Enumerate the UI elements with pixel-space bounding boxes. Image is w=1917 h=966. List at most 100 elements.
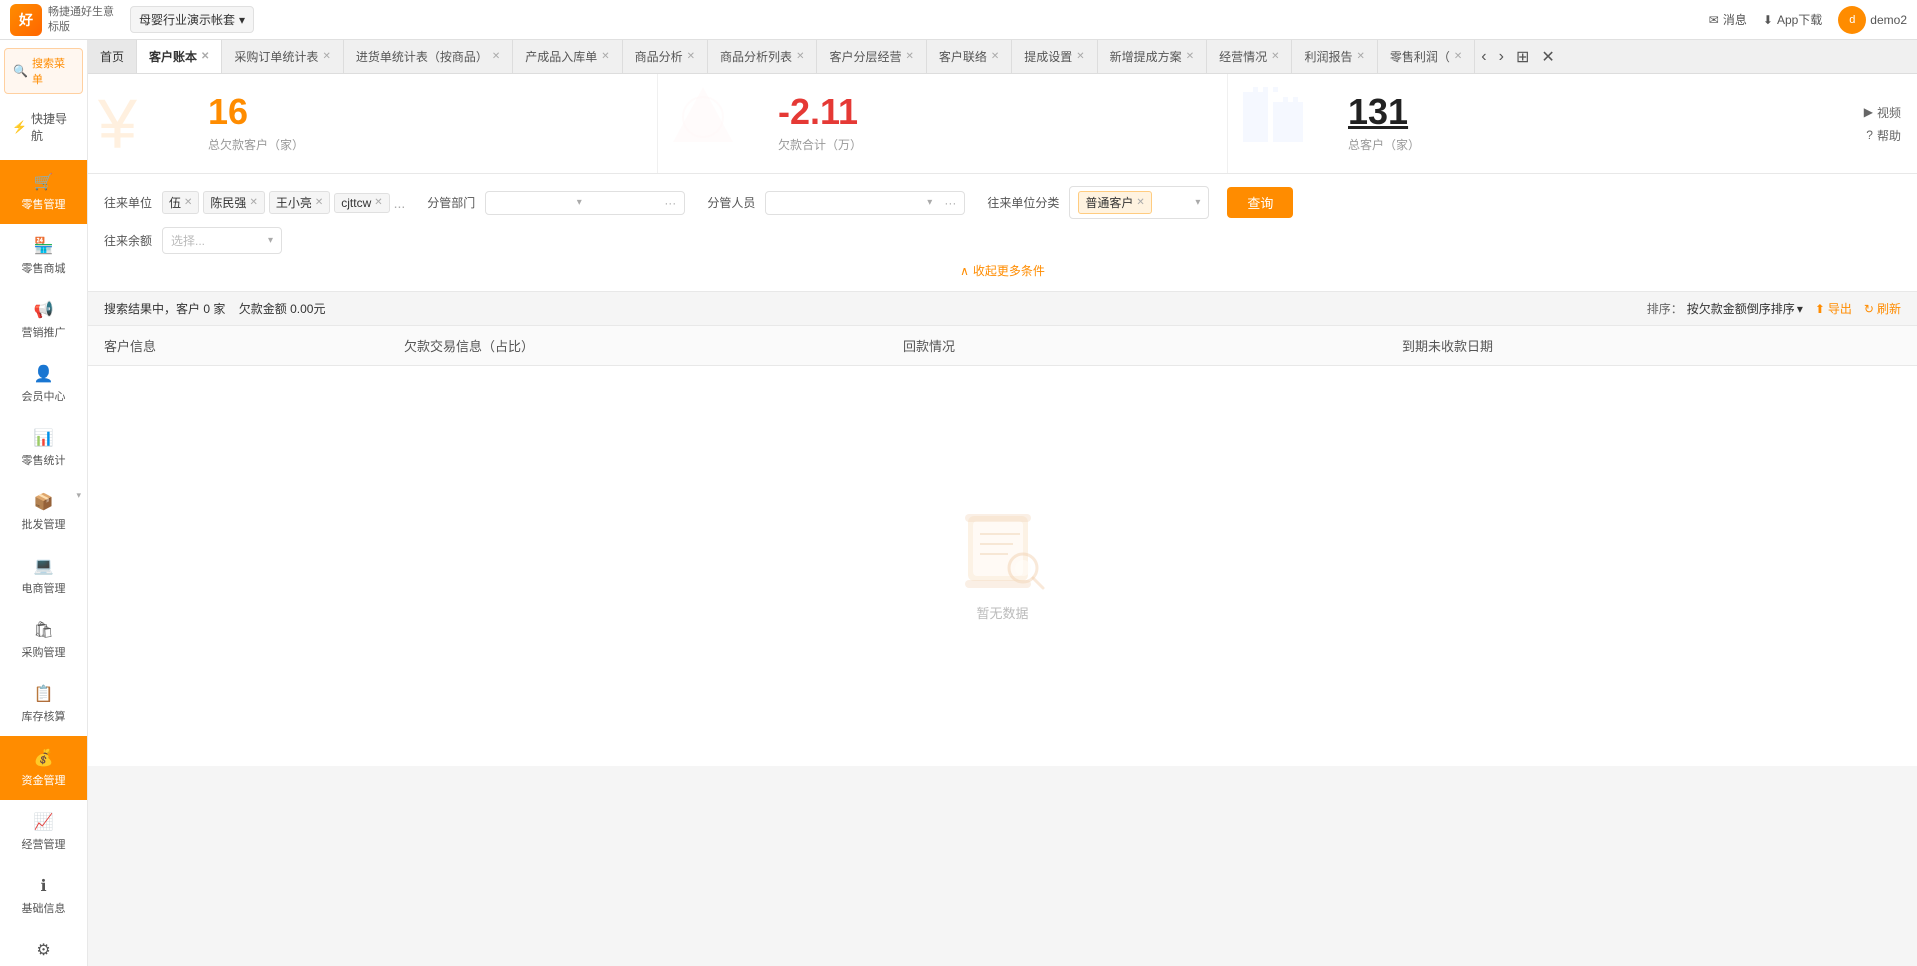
sidebar-item-member[interactable]: 👤 会员中心: [0, 352, 87, 416]
close-tab-new-commission[interactable]: ✕: [1186, 51, 1194, 62]
refresh-icon: ↻: [1864, 302, 1874, 316]
tab-home[interactable]: 首页: [88, 40, 137, 74]
app-download-btn[interactable]: ⬇ App下载: [1763, 11, 1822, 28]
close-tab-stock[interactable]: ✕: [492, 51, 500, 62]
export-btn[interactable]: ⬆ 导出: [1815, 300, 1852, 317]
tab-operation[interactable]: 经营情况 ✕: [1207, 40, 1292, 74]
top-bar-right: ✉ 消息 ⬇ App下载 d demo2: [1709, 6, 1907, 34]
tab-commission[interactable]: 提成设置 ✕: [1012, 40, 1097, 74]
more-tags-btn[interactable]: ...: [394, 195, 406, 211]
close-tab-contact[interactable]: ✕: [991, 51, 999, 62]
tab-profit[interactable]: 利润报告 ✕: [1292, 40, 1377, 74]
close-tab-retail[interactable]: ✕: [1454, 51, 1462, 62]
remove-tag-wang[interactable]: ✕: [315, 197, 323, 208]
close-tab-purchase[interactable]: ✕: [322, 51, 330, 62]
sidebar-item-operations[interactable]: 📈 经营管理: [0, 800, 87, 864]
tab-contact[interactable]: 客户联络 ✕: [927, 40, 1012, 74]
close-tab-accounts[interactable]: ✕: [201, 51, 209, 62]
refresh-btn[interactable]: ↻ 刷新: [1864, 300, 1901, 317]
remove-tag-cjttcw[interactable]: ✕: [374, 197, 382, 208]
query-btn[interactable]: 查询: [1227, 187, 1293, 218]
quick-nav-btn[interactable]: ⚡ 快捷导航: [0, 102, 87, 152]
person-select[interactable]: ▾ ···: [765, 191, 965, 215]
empty-text: 暂无数据: [976, 603, 1028, 622]
results-bar: 搜索结果中，客户 0 家 欠款金额 0.00元 排序： 按欠款金额倒序排序 ▾: [88, 292, 1917, 326]
user-menu[interactable]: d demo2: [1838, 6, 1907, 34]
close-tab-production[interactable]: ✕: [601, 51, 609, 62]
chevron-down-icon: ▾: [239, 13, 245, 27]
sidebar-item-retail-stats[interactable]: 📊 零售统计: [0, 416, 87, 480]
remove-tag-wu[interactable]: ✕: [184, 197, 192, 208]
close-tab-profit[interactable]: ✕: [1357, 51, 1365, 62]
top-bar: 好 畅捷通好生意 标版 母婴行业演示帐套 ▾ ✉ 消息 ⬇ App下载 d de…: [0, 0, 1917, 40]
filter-area: 往来单位 伍 ✕ 陈民强 ✕ 王小亮: [88, 174, 1917, 292]
sidebar-item-marketing[interactable]: 📢 营销推广: [0, 288, 87, 352]
stat-customers-value: 131: [1348, 94, 1420, 130]
tab-purchase[interactable]: 采购订单统计表 ✕: [222, 40, 343, 74]
stat-debt-label: 欠款合计（万）: [778, 136, 862, 153]
purchase-icon: 🛍: [33, 620, 53, 640]
filter-tag-wu[interactable]: 伍 ✕: [162, 191, 199, 214]
tab-nav-right[interactable]: ›: [1493, 48, 1510, 66]
sidebar-item-basic[interactable]: ℹ 基础信息: [0, 864, 87, 928]
close-tab-commission[interactable]: ✕: [1076, 51, 1084, 62]
class-chevron: ▾: [1195, 197, 1200, 208]
tab-stock[interactable]: 进货单统计表（按商品） ✕: [344, 40, 513, 74]
sidebar-item-retail[interactable]: 🛒 零售管理: [0, 160, 87, 224]
dept-dots[interactable]: ···: [664, 196, 676, 210]
account-selector[interactable]: 母婴行业演示帐套 ▾: [130, 6, 254, 33]
table-header: 客户信息 欠款交易信息（占比） 回款情况 到期未收款日期: [88, 326, 1917, 366]
filter-tag-wang[interactable]: 王小亮 ✕: [269, 191, 330, 214]
stat-total-debt: -2.11 欠款合计（万）: [658, 74, 1228, 173]
sidebar-item-inventory[interactable]: 📋 库存核算: [0, 672, 87, 736]
message-icon: ✉: [1709, 13, 1719, 27]
filter-label-unit: 往来单位: [104, 194, 152, 211]
sidebar-item-store[interactable]: 🏪 零售商城: [0, 224, 87, 288]
filter-tags: 伍 ✕ 陈民强 ✕ 王小亮 ✕: [162, 191, 405, 214]
message-btn[interactable]: ✉ 消息: [1709, 11, 1747, 28]
collapse-btn[interactable]: ∧ 收起更多条件: [960, 262, 1045, 279]
tab-production[interactable]: 产成品入库单 ✕: [513, 40, 622, 74]
close-tab-goods-list[interactable]: ✕: [796, 51, 804, 62]
sort-selector[interactable]: 排序： 按欠款金额倒序排序 ▾: [1647, 300, 1803, 317]
tab-retail[interactable]: 零售利润（ ✕: [1378, 40, 1475, 74]
logo: 好 畅捷通好生意 标版: [10, 4, 114, 36]
close-tab-customer-layer[interactable]: ✕: [905, 51, 913, 62]
remove-tag-chen[interactable]: ✕: [249, 197, 257, 208]
collapse-row: ∧ 收起更多条件: [104, 262, 1901, 279]
sidebar-item-ecommerce[interactable]: 💻 电商管理: [0, 544, 87, 608]
sidebar-item-purchase[interactable]: 🛍 采购管理: [0, 608, 87, 672]
filter-tag-cjttcw[interactable]: cjttcw ✕: [334, 193, 389, 213]
filter-tag-chen[interactable]: 陈民强 ✕: [203, 191, 264, 214]
help-btn[interactable]: ? 帮助: [1866, 127, 1901, 144]
tab-nav-left[interactable]: ‹: [1475, 48, 1492, 66]
tab-expand[interactable]: ⊞: [1510, 47, 1535, 67]
tab-goods[interactable]: 商品分析 ✕: [623, 40, 708, 74]
remove-tag-normal[interactable]: ✕: [1136, 197, 1144, 208]
video-icon: ▶: [1864, 105, 1873, 119]
video-btn[interactable]: ▶ 视频: [1864, 104, 1901, 121]
balance-chevron: ▾: [268, 235, 273, 246]
tab-accounts[interactable]: 客户账本 ✕: [137, 40, 222, 74]
close-tab-operation[interactable]: ✕: [1271, 51, 1279, 62]
sidebar-item-system[interactable]: ⚙ 系统管理: [0, 928, 87, 966]
results-info: 搜索结果中，客户 0 家 欠款金额 0.00元: [104, 300, 325, 317]
tab-new-commission[interactable]: 新增提成方案 ✕: [1098, 40, 1207, 74]
balance-select[interactable]: 选择... ▾: [162, 227, 282, 254]
sidebar-item-finance[interactable]: 💰 资金管理: [0, 736, 87, 800]
tab-goods-list[interactable]: 商品分析列表 ✕: [708, 40, 817, 74]
sort-label[interactable]: 按欠款金额倒序排序 ▾: [1687, 300, 1803, 317]
tab-close-all[interactable]: ✕: [1535, 47, 1560, 67]
sidebar-search[interactable]: 🔍 搜索菜单: [4, 48, 83, 94]
member-icon: 👤: [34, 364, 54, 384]
sidebar-item-wholesale[interactable]: 📦 批发管理 ▾: [0, 480, 87, 544]
filter-tag-normal[interactable]: 普通客户 ✕: [1078, 191, 1151, 214]
dept-select[interactable]: ▾ ···: [485, 191, 685, 215]
class-select[interactable]: 普通客户 ✕ ▾: [1069, 186, 1209, 219]
close-tab-goods[interactable]: ✕: [687, 51, 695, 62]
dept-chevron: ▾: [577, 197, 582, 208]
tab-customer-layer[interactable]: 客户分层经营 ✕: [817, 40, 926, 74]
download-icon: ⬇: [1763, 13, 1773, 27]
person-dots[interactable]: ···: [944, 196, 956, 210]
content-area: 首页 客户账本 ✕ 采购订单统计表 ✕ 进货单统计表（按商品） ✕ 产成品入库单…: [88, 40, 1917, 966]
